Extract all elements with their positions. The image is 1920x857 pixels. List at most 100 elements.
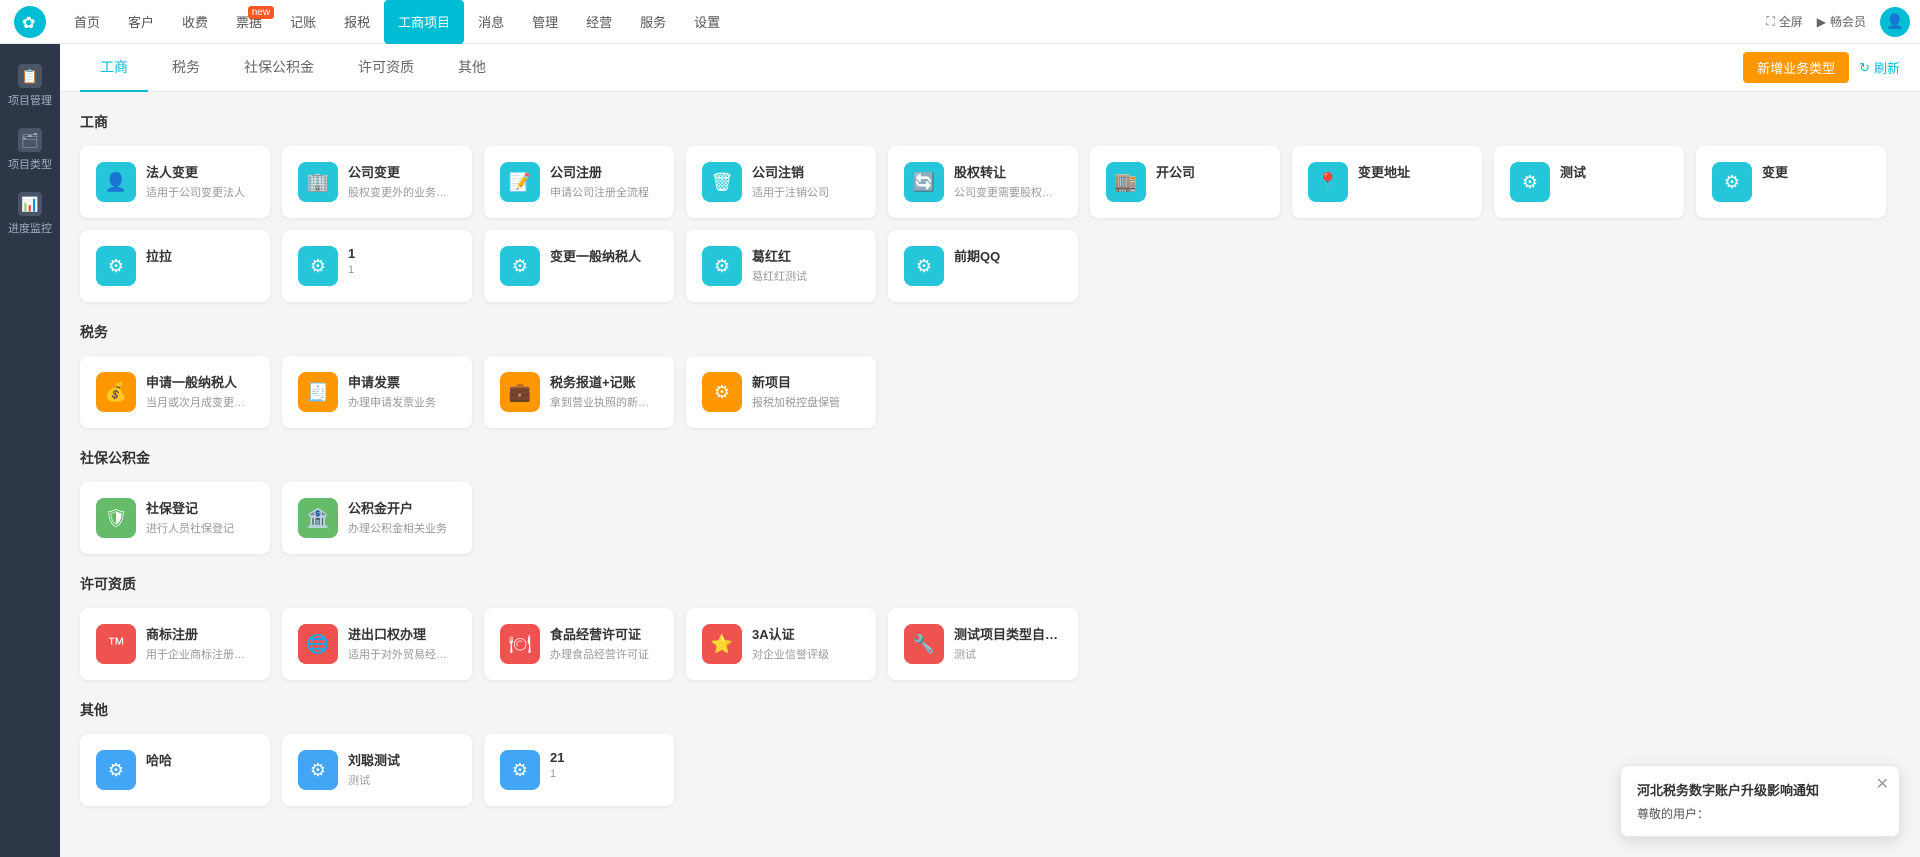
sidebar: 📋 项目管理 🗂项目类型📊进度监控 — [0, 44, 60, 857]
card-葛红红[interactable]: ⚙葛红红葛红红测试 — [686, 230, 876, 302]
refresh-button[interactable]: ↻ 刷新 — [1859, 58, 1900, 77]
tabs-bar-right: 新增业务类型 ↻ 刷新 — [1743, 52, 1900, 83]
tab-许可资质[interactable]: 许可资质 — [338, 44, 434, 92]
sidebar-icon: 🗂 — [18, 128, 42, 152]
sidebar-item-进度监控[interactable]: 📊进度监控 — [0, 182, 60, 246]
member-button[interactable]: ▶ 畅会员 — [1817, 13, 1866, 30]
card-公司变更[interactable]: 🏢公司变更股权变更外的业务变更 — [282, 146, 472, 218]
card-3A认证[interactable]: ⭐3A认证对企业信誉评级 — [686, 608, 876, 680]
card-申请一般纳税人[interactable]: 💰申请一般纳税人当月或次月成变更完成 — [80, 356, 270, 428]
nav-item-管理[interactable]: 管理 — [518, 0, 572, 44]
card-text: 公司注册申请公司注册全流程 — [550, 162, 658, 200]
card-测试项目类型自定义[interactable]: 🔧测试项目类型自定义测试 — [888, 608, 1078, 680]
card-text: 3A认证对企业信誉评级 — [752, 624, 860, 662]
nav-badge: new — [248, 6, 274, 19]
nav-item-服务[interactable]: 服务 — [626, 0, 680, 44]
card-进出口权办理[interactable]: 🌐进出口权办理适用于对外贸易经营者 — [282, 608, 472, 680]
card-icon: 🔄 — [904, 162, 944, 202]
card-商标注册[interactable]: ™ 商标注册用于企业商标注册服务 — [80, 608, 270, 680]
card-desc: 公司变更需要股权转让 — [954, 184, 1062, 200]
new-type-button[interactable]: 新增业务类型 — [1743, 52, 1849, 83]
card-哈哈[interactable]: ⚙哈哈 — [80, 734, 270, 806]
card-icon: ™ — [96, 624, 136, 664]
card-icon: 💼 — [500, 372, 540, 412]
card-icon: ⚙ — [500, 246, 540, 286]
card-desc: 适用于公司变更法人 — [146, 184, 254, 200]
nav-item-首页[interactable]: 首页 — [60, 0, 114, 44]
card-icon: 👤 — [96, 162, 136, 202]
section-title-工商: 工商 — [80, 112, 1900, 132]
sidebar-item-项目管理[interactable]: 📋 项目管理 — [0, 54, 60, 118]
card-icon: ⚙ — [702, 372, 742, 412]
nav-items: 首页客户收费票据new记账报税工商项目消息管理经营服务设置 — [60, 0, 1766, 44]
card-测试[interactable]: ⚙测试 — [1494, 146, 1684, 218]
card-公司注册[interactable]: 📝公司注册申请公司注册全流程 — [484, 146, 674, 218]
card-name: 社保登记 — [146, 498, 254, 517]
card-text: 前期QQ — [954, 246, 1062, 268]
nav-item-设置[interactable]: 设置 — [680, 0, 734, 44]
nav-item-记账[interactable]: 记账 — [276, 0, 330, 44]
top-nav: ✿ 首页客户收费票据new记账报税工商项目消息管理经营服务设置 ⛶ 全屏 ▶ 畅… — [0, 0, 1920, 44]
card-公司注销[interactable]: 🗑公司注销适用于注销公司 — [686, 146, 876, 218]
video-icon: ▶ — [1817, 15, 1826, 29]
card-text: 商标注册用于企业商标注册服务 — [146, 624, 254, 662]
nav-item-客户[interactable]: 客户 — [114, 0, 168, 44]
notification-close-button[interactable]: ✕ — [1876, 774, 1889, 794]
card-name: 新项目 — [752, 372, 860, 391]
refresh-icon: ↻ — [1859, 60, 1870, 76]
card-text: 法人变更适用于公司变更法人 — [146, 162, 254, 200]
card-社保登记[interactable]: 🛡 社保登记进行人员社保登记 — [80, 482, 270, 554]
card-name: 前期QQ — [954, 246, 1062, 265]
card-公积金开户[interactable]: 🏦公积金开户办理公积金相关业务 — [282, 482, 472, 554]
nav-item-工商项目[interactable]: 工商项目 — [384, 0, 464, 44]
card-税务报道+记账[interactable]: 💼税务报道+记账拿到营业执照的新公司 — [484, 356, 674, 428]
sidebar-icon: 📋 — [18, 64, 42, 88]
tab-工商[interactable]: 工商 — [80, 44, 148, 92]
card-食品经营许可证[interactable]: 🍽食品经营许可证办理食品经营许可证 — [484, 608, 674, 680]
tab-其他[interactable]: 其他 — [438, 44, 506, 92]
card-变更地址[interactable]: 📍变更地址 — [1292, 146, 1482, 218]
sidebar-label: 项目管理 — [8, 92, 52, 108]
sidebar-item-项目类型[interactable]: 🗂项目类型 — [0, 118, 60, 182]
card-icon: ⚙ — [1510, 162, 1550, 202]
nav-item-消息[interactable]: 消息 — [464, 0, 518, 44]
card-1[interactable]: ⚙11 — [282, 230, 472, 302]
card-text: 公积金开户办理公积金相关业务 — [348, 498, 456, 536]
section-title-社保公积金: 社保公积金 — [80, 448, 1900, 468]
card-text: 11 — [348, 246, 456, 276]
content-area: 工商 👤 法人变更适用于公司变更法人 🏢公司变更股权变更外的业务变更📝公司注册申请公司… — [60, 92, 1920, 846]
card-变更[interactable]: ⚙变更 — [1696, 146, 1886, 218]
card-icon: 🛡 — [96, 498, 136, 538]
nav-item-报税[interactable]: 报税 — [330, 0, 384, 44]
card-变更一般纳税人[interactable]: ⚙变更一般纳税人 — [484, 230, 674, 302]
card-desc: 办理公积金相关业务 — [348, 520, 456, 536]
card-刘聪测试[interactable]: ⚙刘聪测试测试 — [282, 734, 472, 806]
card-21[interactable]: ⚙211 — [484, 734, 674, 806]
card-name: 开公司 — [1156, 162, 1264, 181]
card-desc: 测试 — [348, 772, 456, 788]
card-text: 食品经营许可证办理食品经营许可证 — [550, 624, 658, 662]
card-text: 社保登记进行人员社保登记 — [146, 498, 254, 536]
card-开公司[interactable]: 🏬开公司 — [1090, 146, 1280, 218]
nav-item-经营[interactable]: 经营 — [572, 0, 626, 44]
card-前期QQ[interactable]: ⚙前期QQ — [888, 230, 1078, 302]
card-申请发票[interactable]: 🧾申请发票办理申请发票业务 — [282, 356, 472, 428]
nav-item-票据[interactable]: 票据new — [222, 0, 276, 44]
nav-item-收费[interactable]: 收费 — [168, 0, 222, 44]
notification-content: 尊敬的用户： — [1637, 805, 1883, 822]
tab-税务[interactable]: 税务 — [152, 44, 220, 92]
card-拉拉[interactable]: ⚙拉拉 — [80, 230, 270, 302]
fullscreen-button[interactable]: ⛶ 全屏 — [1766, 13, 1802, 30]
card-desc: 葛红红测试 — [752, 268, 860, 284]
card-icon: 💰 — [96, 372, 136, 412]
card-法人变更[interactable]: 👤 法人变更适用于公司变更法人 — [80, 146, 270, 218]
card-股权转让[interactable]: 🔄股权转让公司变更需要股权转让 — [888, 146, 1078, 218]
card-name: 进出口权办理 — [348, 624, 456, 643]
cards-grid-税务: 💰申请一般纳税人当月或次月成变更完成🧾申请发票办理申请发票业务💼税务报道+记账拿… — [80, 356, 1900, 428]
user-avatar[interactable]: 👤 — [1880, 7, 1910, 37]
card-新项目[interactable]: ⚙新项目报税加税控盘保管 — [686, 356, 876, 428]
card-desc: 办理食品经营许可证 — [550, 646, 658, 662]
tab-社保公积金[interactable]: 社保公积金 — [224, 44, 334, 92]
member-label: 畅会员 — [1830, 13, 1866, 30]
card-text: 拉拉 — [146, 246, 254, 268]
